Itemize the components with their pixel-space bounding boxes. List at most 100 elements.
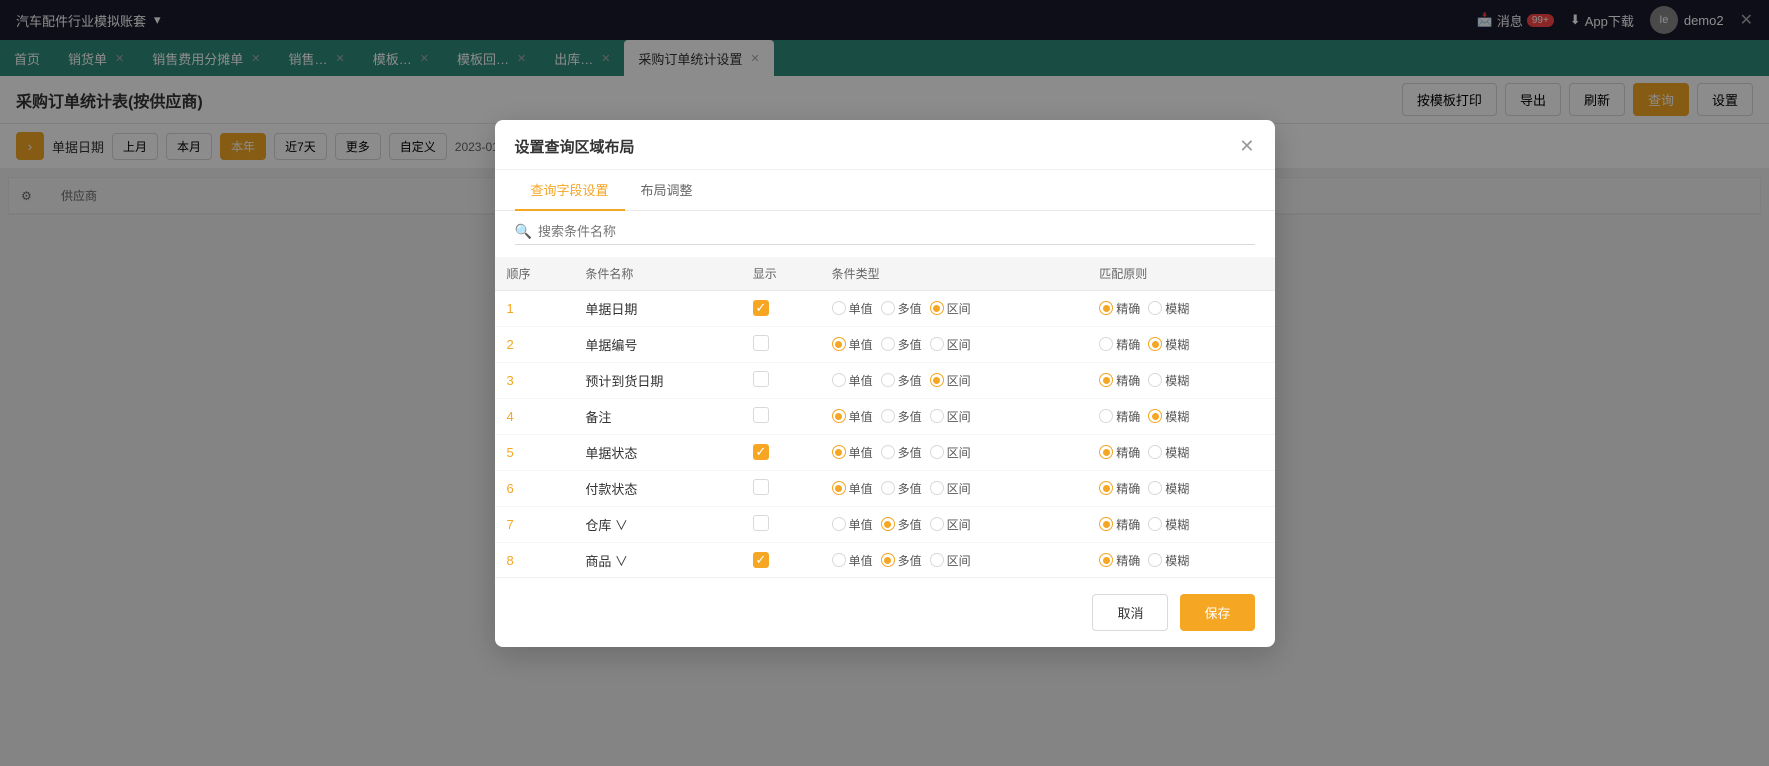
display-checkbox[interactable] [753, 479, 769, 495]
radio-circle [1148, 373, 1162, 387]
dialog-tabs: 查询字段设置 布局调整 [495, 170, 1275, 211]
type-radio-item[interactable]: 多值 [881, 372, 922, 389]
dialog-header: 设置查询区域布局 ✕ [495, 120, 1275, 170]
search-icon: 🔍 [515, 223, 532, 240]
radio-circle [930, 481, 944, 495]
display-checkbox[interactable] [753, 371, 769, 387]
search-input[interactable] [538, 224, 1255, 239]
display-cell[interactable] [741, 362, 820, 398]
match-radio-item[interactable]: 精确 [1099, 408, 1140, 425]
match-radio-item[interactable]: 模糊 [1148, 408, 1189, 425]
radio-label: 多值 [898, 480, 922, 497]
match-radio-item[interactable]: 模糊 [1148, 372, 1189, 389]
radio-circle [881, 301, 895, 315]
type-radio-item[interactable]: 多值 [881, 552, 922, 569]
radio-circle [1148, 517, 1162, 531]
type-radio-item[interactable]: 区间 [930, 336, 971, 353]
radio-label: 区间 [947, 336, 971, 353]
type-radio-item[interactable]: 多值 [881, 480, 922, 497]
type-radio-item[interactable]: 单值 [832, 552, 873, 569]
display-cell[interactable] [741, 398, 820, 434]
radio-label: 单值 [849, 300, 873, 317]
match-radio-item[interactable]: 模糊 [1148, 552, 1189, 569]
match-radio-item[interactable]: 精确 [1099, 300, 1140, 317]
type-radio-item[interactable]: 区间 [930, 444, 971, 461]
display-checkbox[interactable] [753, 407, 769, 423]
cancel-button[interactable]: 取消 [1092, 594, 1168, 631]
type-radio-item[interactable]: 单值 [832, 408, 873, 425]
radio-circle [930, 517, 944, 531]
settings-dialog: 设置查询区域布局 ✕ 查询字段设置 布局调整 🔍 顺序 条件名称 显示 条件类型 [495, 120, 1275, 647]
radio-label: 模糊 [1165, 444, 1189, 461]
type-radio-item[interactable]: 区间 [930, 516, 971, 533]
match-radio-item[interactable]: 模糊 [1148, 480, 1189, 497]
display-checkbox[interactable]: ✓ [753, 300, 769, 316]
match-radio-item[interactable]: 模糊 [1148, 516, 1189, 533]
type-radio-item[interactable]: 区间 [930, 372, 971, 389]
display-checkbox[interactable]: ✓ [753, 552, 769, 568]
radio-label: 精确 [1116, 408, 1140, 425]
type-radio-item[interactable]: 多值 [881, 444, 922, 461]
display-cell[interactable]: ✓ [741, 542, 820, 577]
radio-label: 单值 [849, 336, 873, 353]
radio-label: 单值 [849, 408, 873, 425]
type-cell: 单值多值区间 [820, 542, 1088, 577]
type-radio-item[interactable]: 单值 [832, 300, 873, 317]
match-radio-item[interactable]: 模糊 [1148, 300, 1189, 317]
radio-label: 多值 [898, 336, 922, 353]
display-checkbox[interactable] [753, 335, 769, 351]
name-cell: 商品 ∨ [573, 542, 740, 577]
radio-circle [1148, 481, 1162, 495]
match-radio-item[interactable]: 模糊 [1148, 444, 1189, 461]
display-cell[interactable]: ✓ [741, 434, 820, 470]
type-radio-item[interactable]: 区间 [930, 408, 971, 425]
type-radio-item[interactable]: 多值 [881, 408, 922, 425]
radio-circle [930, 301, 944, 315]
radio-circle [1148, 445, 1162, 459]
match-radio-item[interactable]: 精确 [1099, 336, 1140, 353]
type-radio-item[interactable]: 多值 [881, 336, 922, 353]
match-radio-item[interactable]: 精确 [1099, 480, 1140, 497]
type-radio-item[interactable]: 单值 [832, 372, 873, 389]
radio-label: 多值 [898, 300, 922, 317]
radio-circle [881, 337, 895, 351]
tab-layout-adjust[interactable]: 布局调整 [625, 170, 709, 211]
match-radio-item[interactable]: 精确 [1099, 516, 1140, 533]
order-cell: 8 [495, 542, 574, 577]
table-row: 6付款状态单值多值区间精确模糊 [495, 470, 1275, 506]
display-cell[interactable] [741, 506, 820, 542]
type-radio-item[interactable]: 多值 [881, 516, 922, 533]
table-row: 3预计到货日期单值多值区间精确模糊 [495, 362, 1275, 398]
type-radio-item[interactable]: 区间 [930, 300, 971, 317]
type-radio-item[interactable]: 单值 [832, 444, 873, 461]
type-radio-item[interactable]: 单值 [832, 516, 873, 533]
type-radio-item[interactable]: 多值 [881, 300, 922, 317]
dialog-close-btn[interactable]: ✕ [1239, 136, 1254, 157]
name-cell: 单据编号 [573, 326, 740, 362]
modal-overlay: 设置查询区域布局 ✕ 查询字段设置 布局调整 🔍 顺序 条件名称 显示 条件类型 [0, 0, 1769, 766]
display-checkbox[interactable] [753, 515, 769, 531]
match-radio-item[interactable]: 精确 [1099, 372, 1140, 389]
radio-circle [1148, 553, 1162, 567]
config-table-scroll[interactable]: 顺序 条件名称 显示 条件类型 匹配原则 1单据日期✓单值多值区间精确模糊2单据… [495, 257, 1275, 577]
type-radio-item[interactable]: 区间 [930, 480, 971, 497]
radio-label: 模糊 [1165, 300, 1189, 317]
display-cell[interactable]: ✓ [741, 290, 820, 326]
radio-label: 单值 [849, 444, 873, 461]
display-cell[interactable] [741, 470, 820, 506]
radio-label: 区间 [947, 408, 971, 425]
display-cell[interactable] [741, 326, 820, 362]
type-radio-item[interactable]: 区间 [930, 552, 971, 569]
type-radio-item[interactable]: 单值 [832, 480, 873, 497]
match-radio-item[interactable]: 模糊 [1148, 336, 1189, 353]
radio-circle [930, 553, 944, 567]
order-cell: 4 [495, 398, 574, 434]
tab-query-fields[interactable]: 查询字段设置 [515, 170, 625, 211]
save-button[interactable]: 保存 [1180, 594, 1254, 631]
type-radio-item[interactable]: 单值 [832, 336, 873, 353]
match-radio-item[interactable]: 精确 [1099, 552, 1140, 569]
radio-circle [1099, 553, 1113, 567]
display-checkbox[interactable]: ✓ [753, 444, 769, 460]
radio-label: 区间 [947, 516, 971, 533]
match-radio-item[interactable]: 精确 [1099, 444, 1140, 461]
